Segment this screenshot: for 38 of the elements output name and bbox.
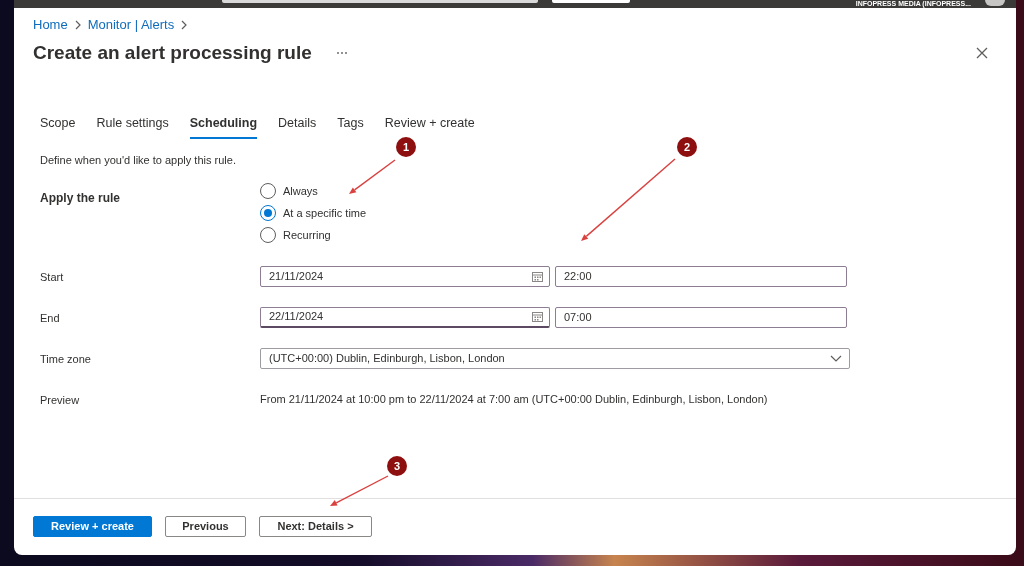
close-icon[interactable] xyxy=(976,47,988,59)
field-label: Time zone xyxy=(40,353,91,365)
calendar-icon[interactable] xyxy=(532,311,543,322)
date-field[interactable]: 21/11/2024 xyxy=(260,265,550,287)
calendar-icon[interactable] xyxy=(532,270,543,282)
time-field[interactable]: 22:00 xyxy=(555,265,847,287)
radio-option[interactable]: Recurring xyxy=(260,224,367,246)
footer-button[interactable]: Next: Details > xyxy=(259,516,372,537)
chevron-right-icon xyxy=(181,20,188,30)
chevron-down-icon xyxy=(830,354,842,362)
breadcrumb-link[interactable]: Home xyxy=(33,17,68,33)
radio-option[interactable]: Always xyxy=(260,180,367,202)
page-title: Create an alert processing rule xyxy=(33,41,312,65)
tab[interactable]: Tags xyxy=(337,111,364,139)
radio-icon[interactable] xyxy=(260,183,276,199)
tab[interactable]: Scope xyxy=(40,111,76,139)
chevron-right-icon xyxy=(74,20,81,30)
avatar-icon[interactable] xyxy=(985,0,1005,6)
search-field[interactable] xyxy=(222,0,538,3)
date-field[interactable]: 22/11/2024 xyxy=(260,306,550,328)
tab[interactable]: Review + create xyxy=(384,111,475,139)
footer-button[interactable]: Previous xyxy=(165,516,246,537)
review-create-button[interactable]: Review + create xyxy=(33,516,152,537)
time-field[interactable]: 07:00 xyxy=(555,306,847,328)
radio-option[interactable]: At a specific time xyxy=(260,202,367,224)
tab[interactable]: Details xyxy=(278,111,317,139)
field-label: Preview xyxy=(40,394,80,406)
field-label: End xyxy=(40,312,60,324)
tab[interactable]: Scheduling xyxy=(189,111,258,139)
radio-icon[interactable] xyxy=(260,227,276,243)
tab[interactable]: Rule settings xyxy=(96,111,169,139)
preview-text: From 21/11/2024 at 10:00 pm to 22/11/2024 at 7:00 am (UTC+00:00 Dublin, Edinburgh, Lisbon, London) xyxy=(260,392,768,407)
time-zone-dropdown[interactable]: (UTC+00:00) Dublin, Edinburgh, Lisbon, London xyxy=(260,347,850,369)
breadcrumb-link[interactable]: Monitor | Alerts xyxy=(87,17,175,33)
radio-icon[interactable] xyxy=(260,205,276,221)
field-label: Start xyxy=(40,271,64,283)
description-text: Define when you'd like to apply this rule. xyxy=(40,153,237,168)
field-label: Apply the rule xyxy=(40,191,120,205)
